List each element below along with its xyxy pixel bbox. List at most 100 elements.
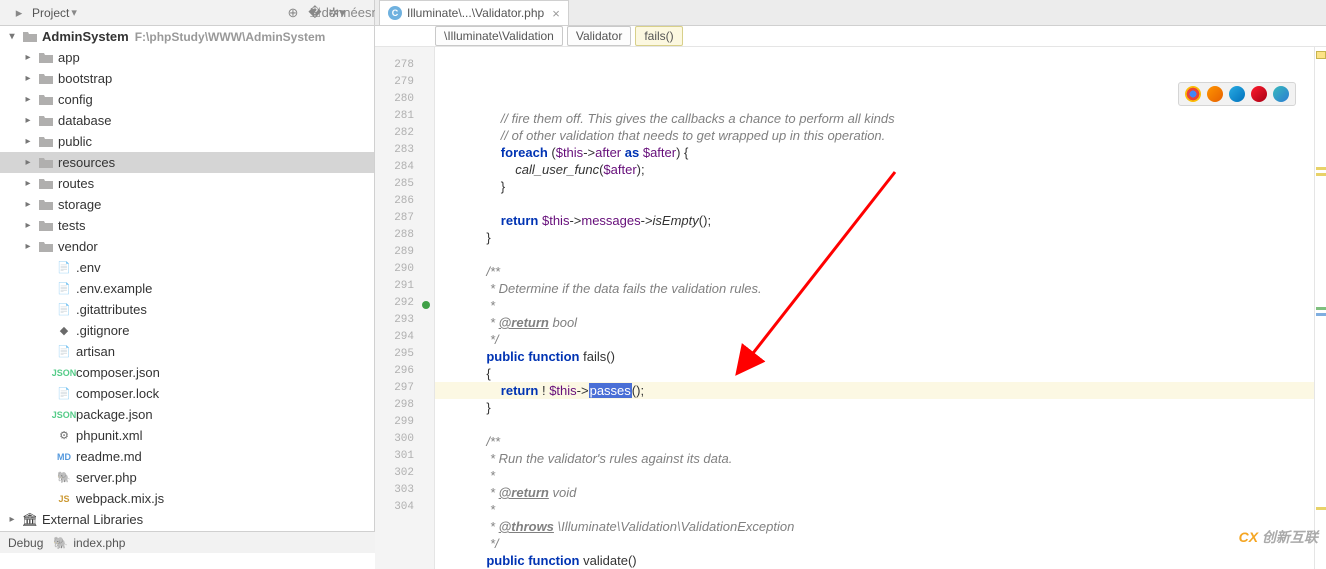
tree-file-composer-json[interactable]: JSON composer.json bbox=[0, 362, 374, 383]
tree-file--gitattributes[interactable]: 📄 .gitattributes bbox=[0, 299, 374, 320]
line-number[interactable]: 284 bbox=[375, 161, 434, 178]
chevron-right-icon[interactable]: ▸ bbox=[22, 178, 34, 189]
line-number[interactable]: 291 bbox=[375, 280, 434, 297]
chevron-right-icon[interactable]: ▸ bbox=[22, 157, 34, 168]
tree-folder-bootstrap[interactable]: ▸ bootstrap bbox=[0, 68, 374, 89]
code-line-293[interactable]: { bbox=[435, 365, 1314, 382]
code-line-299[interactable]: * bbox=[435, 467, 1314, 484]
code-line-296[interactable] bbox=[435, 416, 1314, 433]
code-line-295[interactable]: } bbox=[435, 399, 1314, 416]
tree-file-server-php[interactable]: 🐘 server.php bbox=[0, 467, 374, 488]
code-line-297[interactable]: /** bbox=[435, 433, 1314, 450]
sidebar-dropdown-icon[interactable]: ▾ bbox=[71, 6, 77, 19]
code-line-300[interactable]: * @return void bbox=[435, 484, 1314, 501]
code-line-304[interactable]: public function validate() bbox=[435, 552, 1314, 569]
breadcrumb-chip[interactable]: Validator bbox=[567, 26, 631, 46]
safari-icon[interactable] bbox=[1229, 86, 1245, 102]
ruler-mark[interactable] bbox=[1316, 313, 1326, 316]
chevron-right-icon[interactable]: ▸ bbox=[22, 73, 34, 84]
line-number[interactable]: 293 bbox=[375, 314, 434, 331]
tree-folder-vendor[interactable]: ▸ vendor bbox=[0, 236, 374, 257]
line-number[interactable]: 279 bbox=[375, 76, 434, 93]
line-number[interactable]: 289 bbox=[375, 246, 434, 263]
chevron-right-icon[interactable]: ▸ bbox=[22, 52, 34, 63]
code-line-292[interactable]: public function fails() bbox=[435, 348, 1314, 365]
code-line-289[interactable]: * bbox=[435, 297, 1314, 314]
tree-file-package-json[interactable]: JSON package.json bbox=[0, 404, 374, 425]
code-line-279[interactable]: // of other validation that needs to get… bbox=[435, 127, 1314, 144]
tree-external-libs[interactable]: ▸ 🏛 External Libraries bbox=[0, 509, 374, 530]
line-number[interactable]: 301 bbox=[375, 450, 434, 467]
tree-folder-routes[interactable]: ▸ routes bbox=[0, 173, 374, 194]
breadcrumb-chip[interactable]: fails() bbox=[635, 26, 682, 46]
line-number[interactable]: 292 bbox=[375, 297, 434, 314]
tree-file--env[interactable]: 📄 .env bbox=[0, 257, 374, 278]
line-number[interactable]: 304 bbox=[375, 501, 434, 518]
line-number[interactable]: 294 bbox=[375, 331, 434, 348]
line-number[interactable]: 280 bbox=[375, 93, 434, 110]
code-line-302[interactable]: * @throws \Illuminate\Validation\Validat… bbox=[435, 518, 1314, 535]
line-number[interactable]: 287 bbox=[375, 212, 434, 229]
chevron-right-icon[interactable]: ▸ bbox=[22, 220, 34, 231]
tree-folder-resources[interactable]: ▸ resources bbox=[0, 152, 374, 173]
ruler-mark[interactable] bbox=[1316, 167, 1326, 170]
line-number[interactable]: 302 bbox=[375, 467, 434, 484]
project-tree[interactable]: ▾ AdminSystem F:\phpStudy\WWW\AdminSyste… bbox=[0, 26, 374, 553]
code-line-286[interactable] bbox=[435, 246, 1314, 263]
tree-file--env-example[interactable]: 📄 .env.example bbox=[0, 278, 374, 299]
tree-folder-public[interactable]: ▸ public bbox=[0, 131, 374, 152]
line-number[interactable]: 296 bbox=[375, 365, 434, 382]
code-line-301[interactable]: * bbox=[435, 501, 1314, 518]
breadcrumb-chip[interactable]: \Illuminate\Validation bbox=[435, 26, 563, 46]
code-line-280[interactable]: foreach ($this->after as $after) { bbox=[435, 144, 1314, 161]
chrome-icon[interactable] bbox=[1185, 86, 1201, 102]
tree-file-artisan[interactable]: 📄 artisan bbox=[0, 341, 374, 362]
code-area[interactable]: // fire them off. This gives the callbac… bbox=[435, 47, 1314, 569]
line-number[interactable]: 303 bbox=[375, 484, 434, 501]
line-number[interactable]: 290 bbox=[375, 263, 434, 280]
line-number[interactable]: 285 bbox=[375, 178, 434, 195]
chevron-right-icon[interactable]: ▸ bbox=[22, 241, 34, 252]
edge-icon[interactable] bbox=[1273, 86, 1289, 102]
inspection-status-icon[interactable] bbox=[1316, 51, 1326, 59]
debug-file-label[interactable]: index.php bbox=[73, 536, 125, 550]
tree-file-phpunit-xml[interactable]: ⚙ phpunit.xml bbox=[0, 425, 374, 446]
tree-folder-app[interactable]: ▸ app bbox=[0, 47, 374, 68]
chevron-right-icon[interactable]: ▸ bbox=[22, 199, 34, 210]
code-line-281[interactable]: call_user_func($after); bbox=[435, 161, 1314, 178]
line-number[interactable]: 286 bbox=[375, 195, 434, 212]
tree-file--gitignore[interactable]: ◆ .gitignore bbox=[0, 320, 374, 341]
chevron-right-icon[interactable]: ▸ bbox=[22, 94, 34, 105]
tree-folder-config[interactable]: ▸ config bbox=[0, 89, 374, 110]
line-number[interactable]: 300 bbox=[375, 433, 434, 450]
chevron-down-icon[interactable]: ▾ bbox=[6, 31, 18, 42]
ruler-mark[interactable] bbox=[1316, 507, 1326, 510]
debug-tab-label[interactable]: Debug bbox=[8, 536, 43, 550]
code-line-285[interactable]: } bbox=[435, 229, 1314, 246]
chevron-right-icon[interactable]: ▸ bbox=[22, 136, 34, 147]
tree-file-composer-lock[interactable]: 📄 composer.lock bbox=[0, 383, 374, 404]
firefox-icon[interactable] bbox=[1207, 86, 1223, 102]
editor-tab[interactable]: C Illuminate\...\Validator.php × bbox=[379, 0, 569, 25]
code-line-282[interactable]: } bbox=[435, 178, 1314, 195]
line-number[interactable]: 288 bbox=[375, 229, 434, 246]
line-number[interactable]: 295 bbox=[375, 348, 434, 365]
close-icon[interactable]: × bbox=[552, 6, 560, 21]
code-line-291[interactable]: */ bbox=[435, 331, 1314, 348]
code-line-278[interactable]: // fire them off. This gives the callbac… bbox=[435, 110, 1314, 127]
line-number[interactable]: 298 bbox=[375, 399, 434, 416]
code-line-294[interactable]: return ! $this->passes(); bbox=[435, 382, 1314, 399]
tree-folder-database[interactable]: ▸ database bbox=[0, 110, 374, 131]
line-number[interactable]: 278 bbox=[375, 59, 434, 76]
overview-ruler[interactable] bbox=[1314, 47, 1326, 569]
code-line-284[interactable]: return $this->messages->isEmpty(); bbox=[435, 212, 1314, 229]
hide-icon[interactable]: �donnéesminus; bbox=[350, 4, 368, 22]
ruler-mark[interactable] bbox=[1316, 173, 1326, 176]
tree-file-readme-md[interactable]: MD readme.md bbox=[0, 446, 374, 467]
code-line-283[interactable] bbox=[435, 195, 1314, 212]
target-icon[interactable]: ⊕ bbox=[284, 4, 302, 22]
code-line-290[interactable]: * @return bool bbox=[435, 314, 1314, 331]
tree-project-root[interactable]: ▾ AdminSystem F:\phpStudy\WWW\AdminSyste… bbox=[0, 26, 374, 47]
line-number[interactable]: 282 bbox=[375, 127, 434, 144]
code-line-298[interactable]: * Run the validator's rules against its … bbox=[435, 450, 1314, 467]
